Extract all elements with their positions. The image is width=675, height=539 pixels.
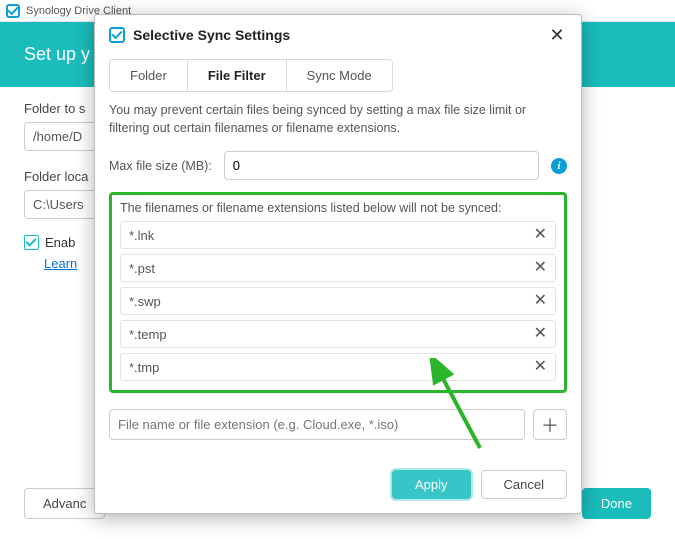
plus-icon: ＋ xyxy=(541,412,559,438)
extension-row: *.swp ✕ xyxy=(120,287,556,315)
extension-label: *.lnk xyxy=(129,228,154,243)
extension-row: *.pst ✕ xyxy=(120,254,556,282)
max-size-label: Max file size (MB): xyxy=(109,159,212,173)
add-extension-row: ＋ xyxy=(109,409,567,440)
remove-icon[interactable]: ✕ xyxy=(534,293,547,309)
extension-list-box: The filenames or filename extensions lis… xyxy=(109,192,567,393)
extension-label: *.tmp xyxy=(129,360,159,375)
info-icon[interactable]: i xyxy=(551,158,567,174)
extension-row: *.lnk ✕ xyxy=(120,221,556,249)
modal-header: Selective Sync Settings ✕ xyxy=(95,15,581,51)
add-extension-input[interactable] xyxy=(109,409,525,440)
extension-row: *.tmp ✕ xyxy=(120,353,556,381)
tab-bar: Folder File Filter Sync Mode xyxy=(109,59,393,92)
extension-label: *.pst xyxy=(129,261,155,276)
enable-label: Enab xyxy=(45,235,75,250)
add-extension-button[interactable]: ＋ xyxy=(533,409,567,440)
learn-link[interactable]: Learn xyxy=(44,256,77,271)
apply-button[interactable]: Apply xyxy=(392,470,471,499)
extension-list-title: The filenames or filename extensions lis… xyxy=(120,201,556,215)
done-button[interactable]: Done xyxy=(582,488,651,519)
modal-footer: Apply Cancel xyxy=(392,470,567,499)
banner-heading: Set up y xyxy=(24,44,90,64)
max-size-row: Max file size (MB): i xyxy=(109,151,567,180)
remove-icon[interactable]: ✕ xyxy=(534,260,547,276)
extension-label: *.temp xyxy=(129,327,167,342)
tab-folder[interactable]: Folder xyxy=(110,60,188,91)
tab-sync-mode[interactable]: Sync Mode xyxy=(287,60,392,91)
enable-checkbox[interactable] xyxy=(24,235,39,250)
app-logo-icon xyxy=(6,4,20,18)
close-icon[interactable]: ✕ xyxy=(547,25,567,45)
cancel-button[interactable]: Cancel xyxy=(481,470,567,499)
remove-icon[interactable]: ✕ xyxy=(534,326,547,342)
modal-app-icon xyxy=(109,27,125,43)
tab-file-filter[interactable]: File Filter xyxy=(188,60,287,91)
max-size-input[interactable] xyxy=(224,151,539,180)
help-text: You may prevent certain files being sync… xyxy=(109,102,567,137)
modal-title: Selective Sync Settings xyxy=(133,27,547,43)
remove-icon[interactable]: ✕ xyxy=(534,227,547,243)
remove-icon[interactable]: ✕ xyxy=(534,359,547,375)
extension-label: *.swp xyxy=(129,294,161,309)
selective-sync-modal: Selective Sync Settings ✕ Folder File Fi… xyxy=(94,14,582,514)
modal-body: You may prevent certain files being sync… xyxy=(95,92,581,450)
extension-row: *.temp ✕ xyxy=(120,320,556,348)
